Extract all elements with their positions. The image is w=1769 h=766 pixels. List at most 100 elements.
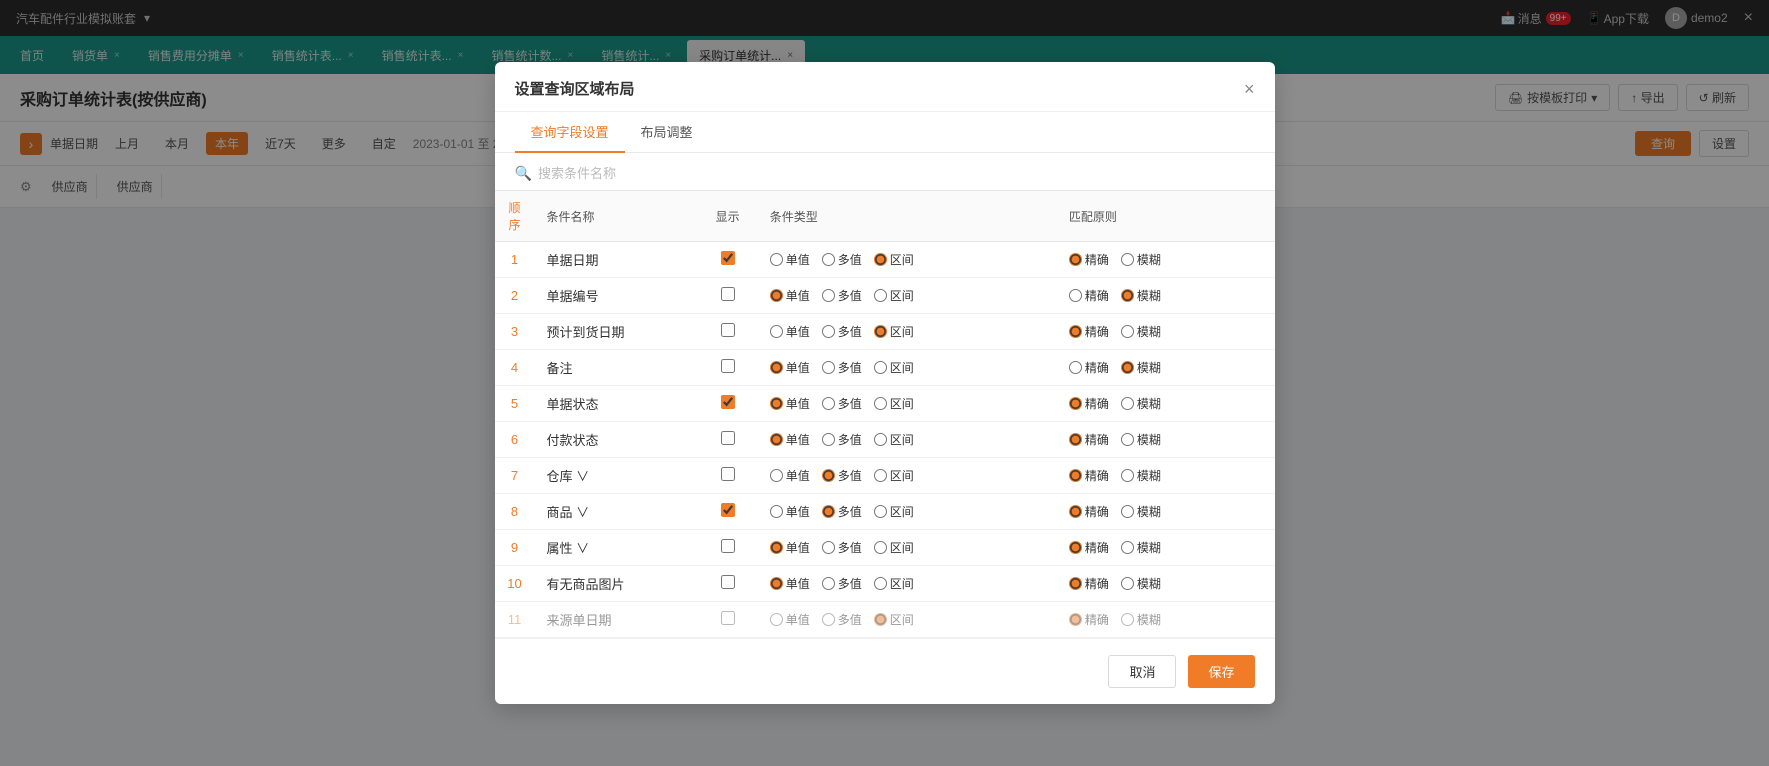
dialog-header: 设置查询区域布局 ×: [495, 62, 1275, 112]
row-match-radios: 精确模糊: [1057, 458, 1275, 494]
row-type-single[interactable]: 单值: [770, 575, 810, 592]
col-header-name: 条件名称: [535, 191, 698, 242]
row-match-exact[interactable]: 精确: [1069, 539, 1109, 556]
row-match-fuzzy[interactable]: 模糊: [1121, 503, 1161, 520]
row-display-checkbox-cell: [698, 386, 758, 422]
row-type-radios: 单值多值区间: [758, 458, 1057, 494]
row-type-multi[interactable]: 多值: [822, 287, 862, 304]
row-match-radios: 精确模糊: [1057, 242, 1275, 278]
row-match-fuzzy[interactable]: 模糊: [1121, 431, 1161, 448]
row-type-range[interactable]: 区间: [874, 611, 914, 628]
row-display-checkbox-cell: [698, 242, 758, 278]
table-row: 11来源单日期单值多值区间精确模糊: [495, 602, 1275, 638]
row-display-checkbox[interactable]: [721, 251, 735, 265]
row-type-range[interactable]: 区间: [874, 431, 914, 448]
row-type-range[interactable]: 区间: [874, 287, 914, 304]
dialog-tab-layout-adjust[interactable]: 布局调整: [625, 112, 709, 153]
row-display-checkbox[interactable]: [721, 575, 735, 589]
row-display-checkbox[interactable]: [721, 431, 735, 445]
row-type-single[interactable]: 单值: [770, 251, 810, 268]
row-type-multi[interactable]: 多值: [822, 251, 862, 268]
row-display-checkbox[interactable]: [721, 539, 735, 553]
row-match-exact[interactable]: 精确: [1069, 431, 1109, 448]
row-type-single[interactable]: 单值: [770, 287, 810, 304]
row-type-single[interactable]: 单值: [770, 395, 810, 412]
row-type-single[interactable]: 单值: [770, 431, 810, 448]
row-type-range[interactable]: 区间: [874, 467, 914, 484]
row-match-fuzzy[interactable]: 模糊: [1121, 359, 1161, 376]
row-display-checkbox[interactable]: [721, 503, 735, 517]
row-match-exact[interactable]: 精确: [1069, 251, 1109, 268]
row-display-checkbox[interactable]: [721, 287, 735, 301]
row-match-fuzzy[interactable]: 模糊: [1121, 251, 1161, 268]
save-button[interactable]: 保存: [1188, 655, 1254, 688]
row-seq: 6: [495, 422, 535, 458]
row-type-multi[interactable]: 多值: [822, 359, 862, 376]
row-condition-name: 商品 ∨: [535, 494, 698, 530]
row-display-checkbox[interactable]: [721, 467, 735, 481]
row-match-fuzzy[interactable]: 模糊: [1121, 611, 1161, 628]
row-condition-name: 单据状态: [535, 386, 698, 422]
row-type-single[interactable]: 单值: [770, 467, 810, 484]
row-display-checkbox[interactable]: [721, 611, 735, 625]
row-condition-name: 属性 ∨: [535, 530, 698, 566]
row-type-radios: 单值多值区间: [758, 350, 1057, 386]
row-match-fuzzy[interactable]: 模糊: [1121, 395, 1161, 412]
row-display-checkbox-cell: [698, 350, 758, 386]
row-match-fuzzy[interactable]: 模糊: [1121, 287, 1161, 304]
row-seq: 9: [495, 530, 535, 566]
row-match-fuzzy[interactable]: 模糊: [1121, 467, 1161, 484]
row-match-exact[interactable]: 精确: [1069, 611, 1109, 628]
row-seq: 10: [495, 566, 535, 602]
row-type-range[interactable]: 区间: [874, 359, 914, 376]
row-type-range[interactable]: 区间: [874, 503, 914, 520]
row-match-radios: 精确模糊: [1057, 350, 1275, 386]
row-match-exact[interactable]: 精确: [1069, 359, 1109, 376]
row-condition-name: 来源单日期: [535, 602, 698, 638]
row-display-checkbox-cell: [698, 602, 758, 638]
dialog-close-btn[interactable]: ×: [1244, 80, 1255, 98]
row-display-checkbox-cell: [698, 530, 758, 566]
row-match-exact[interactable]: 精确: [1069, 287, 1109, 304]
row-display-checkbox-cell: [698, 278, 758, 314]
row-type-multi[interactable]: 多值: [822, 503, 862, 520]
table-row: 1单据日期单值多值区间精确模糊: [495, 242, 1275, 278]
row-condition-name: 预计到货日期: [535, 314, 698, 350]
row-type-range[interactable]: 区间: [874, 539, 914, 556]
row-match-exact[interactable]: 精确: [1069, 503, 1109, 520]
row-type-multi[interactable]: 多值: [822, 467, 862, 484]
row-type-range[interactable]: 区间: [874, 251, 914, 268]
row-type-multi[interactable]: 多值: [822, 395, 862, 412]
row-type-single[interactable]: 单值: [770, 323, 810, 340]
col-header-seq: 顺序: [495, 191, 535, 242]
row-type-range[interactable]: 区间: [874, 575, 914, 592]
row-type-single[interactable]: 单值: [770, 611, 810, 628]
row-match-radios: 精确模糊: [1057, 566, 1275, 602]
row-type-multi[interactable]: 多值: [822, 611, 862, 628]
row-match-exact[interactable]: 精确: [1069, 575, 1109, 592]
row-display-checkbox-cell: [698, 566, 758, 602]
row-display-checkbox[interactable]: [721, 323, 735, 337]
row-match-exact[interactable]: 精确: [1069, 467, 1109, 484]
row-type-single[interactable]: 单值: [770, 539, 810, 556]
row-type-range[interactable]: 区间: [874, 323, 914, 340]
row-match-exact[interactable]: 精确: [1069, 395, 1109, 412]
cancel-button[interactable]: 取消: [1108, 655, 1176, 688]
row-match-fuzzy[interactable]: 模糊: [1121, 323, 1161, 340]
row-display-checkbox[interactable]: [721, 359, 735, 373]
row-match-exact[interactable]: 精确: [1069, 323, 1109, 340]
row-display-checkbox[interactable]: [721, 395, 735, 409]
row-type-single[interactable]: 单值: [770, 359, 810, 376]
row-match-fuzzy[interactable]: 模糊: [1121, 575, 1161, 592]
row-match-fuzzy[interactable]: 模糊: [1121, 539, 1161, 556]
row-type-single[interactable]: 单值: [770, 503, 810, 520]
condition-search-input[interactable]: [538, 166, 1255, 181]
row-type-multi[interactable]: 多值: [822, 575, 862, 592]
table-row: 10有无商品图片单值多值区间精确模糊: [495, 566, 1275, 602]
row-type-range[interactable]: 区间: [874, 395, 914, 412]
row-type-multi[interactable]: 多值: [822, 431, 862, 448]
row-type-multi[interactable]: 多值: [822, 539, 862, 556]
row-type-multi[interactable]: 多值: [822, 323, 862, 340]
dialog-tab-field-settings[interactable]: 查询字段设置: [515, 112, 625, 153]
row-seq: 1: [495, 242, 535, 278]
